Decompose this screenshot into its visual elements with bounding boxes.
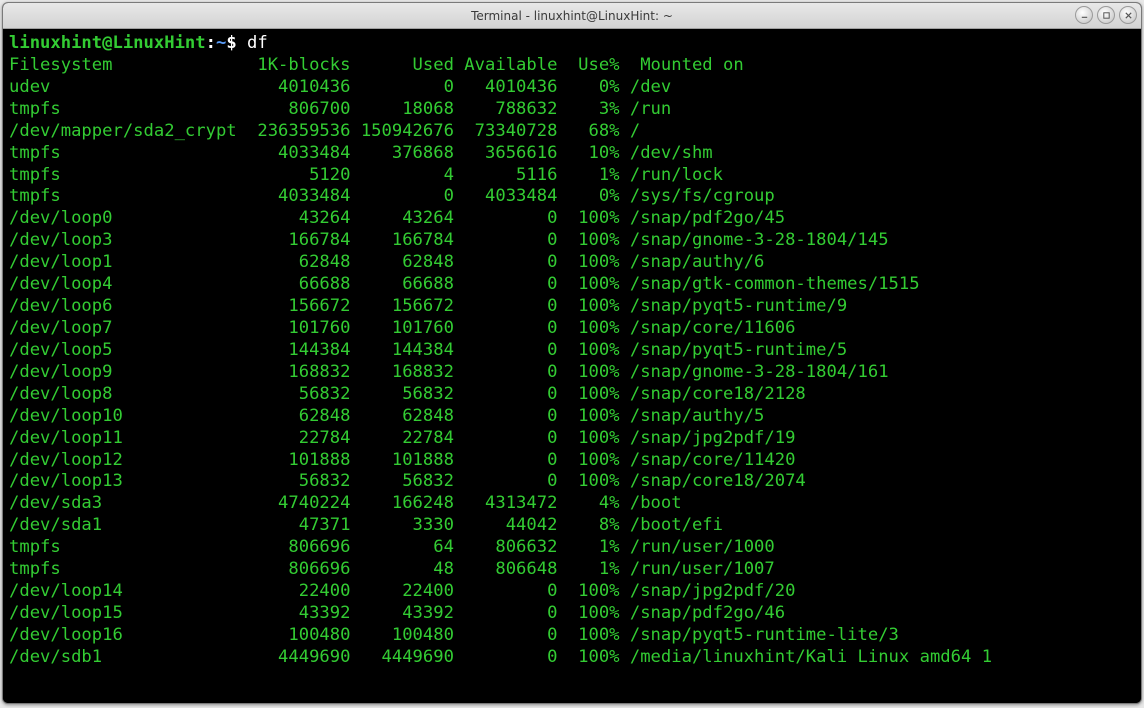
df-row: /dev/loop0 43264 43264 0 100% /snap/pdf2… (9, 208, 1135, 230)
df-row: tmpfs 806696 64 806632 1% /run/user/1000 (9, 537, 1135, 559)
df-row: /dev/loop15 43392 43392 0 100% /snap/pdf… (9, 603, 1135, 625)
df-row: /dev/loop5 144384 144384 0 100% /snap/py… (9, 340, 1135, 362)
df-row: tmpfs 4033484 0 4033484 0% /sys/fs/cgrou… (9, 186, 1135, 208)
prompt-separator: : (206, 33, 216, 53)
df-row: tmpfs 806696 48 806648 1% /run/user/1007 (9, 559, 1135, 581)
df-row: tmpfs 4033484 376868 3656616 10% /dev/sh… (9, 143, 1135, 165)
prompt-path: ~ (216, 33, 226, 53)
df-row: udev 4010436 0 4010436 0% /dev (9, 77, 1135, 99)
df-row: tmpfs 806700 18068 788632 3% /run (9, 99, 1135, 121)
command-text: df (247, 33, 268, 53)
df-header: Filesystem 1K-blocks Used Available Use%… (9, 55, 1135, 77)
df-row: /dev/loop10 62848 62848 0 100% /snap/aut… (9, 406, 1135, 428)
titlebar[interactable]: Terminal - linuxhint@LinuxHint: ~ (3, 3, 1141, 29)
prompt-symbol: $ (226, 33, 236, 53)
df-row: /dev/sda3 4740224 166248 4313472 4% /boo… (9, 493, 1135, 515)
df-row: /dev/sda1 47371 3330 44042 8% /boot/efi (9, 515, 1135, 537)
minimize-button[interactable] (1075, 6, 1093, 24)
window-title: Terminal - linuxhint@LinuxHint: ~ (471, 9, 673, 23)
close-button[interactable] (1119, 6, 1137, 24)
terminal-window: Terminal - linuxhint@LinuxHint: ~ linuxh… (2, 2, 1142, 704)
df-row: /dev/loop9 168832 168832 0 100% /snap/gn… (9, 362, 1135, 384)
prompt-user-host: linuxhint@LinuxHint (9, 33, 206, 53)
df-row: /dev/sdb1 4449690 4449690 0 100% /media/… (9, 647, 1135, 669)
terminal-output[interactable]: linuxhint@LinuxHint:~$ dfFilesystem 1K-b… (3, 29, 1141, 703)
df-row: /dev/loop12 101888 101888 0 100% /snap/c… (9, 450, 1135, 472)
df-row: /dev/loop11 22784 22784 0 100% /snap/jpg… (9, 428, 1135, 450)
df-row: /dev/loop6 156672 156672 0 100% /snap/py… (9, 296, 1135, 318)
df-row: /dev/loop4 66688 66688 0 100% /snap/gtk-… (9, 274, 1135, 296)
df-row: /dev/loop7 101760 101760 0 100% /snap/co… (9, 318, 1135, 340)
df-row: /dev/mapper/sda2_crypt 236359536 1509426… (9, 121, 1135, 143)
df-row: /dev/loop14 22400 22400 0 100% /snap/jpg… (9, 581, 1135, 603)
prompt-line: linuxhint@LinuxHint:~$ df (9, 33, 1135, 55)
df-row: /dev/loop13 56832 56832 0 100% /snap/cor… (9, 471, 1135, 493)
df-row: tmpfs 5120 4 5116 1% /run/lock (9, 165, 1135, 187)
df-row: /dev/loop8 56832 56832 0 100% /snap/core… (9, 384, 1135, 406)
maximize-button[interactable] (1097, 6, 1115, 24)
df-row: /dev/loop16 100480 100480 0 100% /snap/p… (9, 625, 1135, 647)
df-row: /dev/loop1 62848 62848 0 100% /snap/auth… (9, 252, 1135, 274)
window-controls (1075, 6, 1137, 24)
df-row: /dev/loop3 166784 166784 0 100% /snap/gn… (9, 230, 1135, 252)
